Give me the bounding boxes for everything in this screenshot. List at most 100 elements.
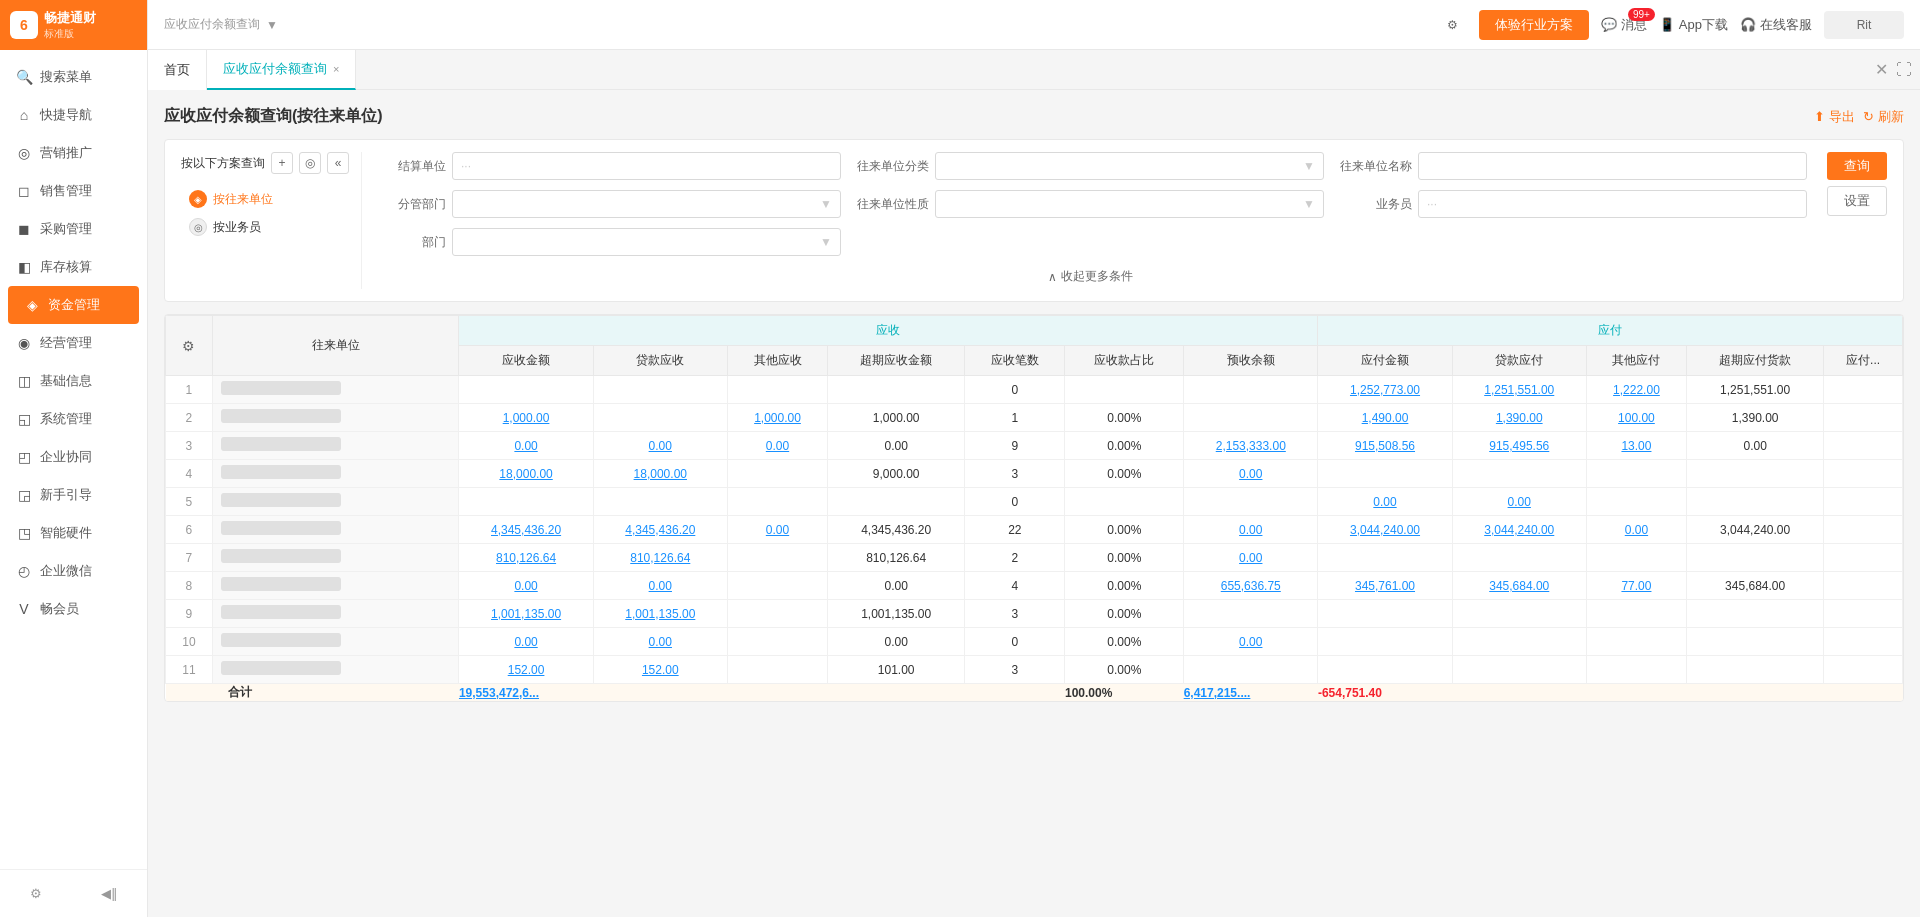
row-ar-amount[interactable]: 18,000.00: [459, 460, 593, 488]
partner-name-input[interactable]: [1418, 152, 1807, 180]
row-ar-other[interactable]: [727, 628, 827, 656]
sidebar-item-system[interactable]: ◱ 系统管理: [0, 400, 147, 438]
row-ar-prepay[interactable]: 0.00: [1184, 544, 1318, 572]
row-ap-amount[interactable]: [1318, 600, 1452, 628]
sidebar-settings-btn[interactable]: ⚙: [22, 882, 50, 905]
row-ar-prepay[interactable]: [1184, 600, 1318, 628]
row-ap-loan[interactable]: 3,044,240.00: [1452, 516, 1586, 544]
row-ap-other[interactable]: [1586, 460, 1686, 488]
sidebar-item-guide[interactable]: ◲ 新手引导: [0, 476, 147, 514]
sidebar-item-sales[interactable]: ◻ 销售管理: [0, 172, 147, 210]
row-ar-other[interactable]: [727, 544, 827, 572]
method-by-staff[interactable]: ◎ 按业务员: [181, 214, 349, 240]
row-ap-amount[interactable]: 1,252,773.00: [1318, 376, 1452, 404]
user-avatar[interactable]: Rit: [1824, 11, 1904, 39]
sidebar-item-member[interactable]: V 畅会员: [0, 590, 147, 628]
row-ap-other[interactable]: 13.00: [1586, 432, 1686, 460]
row-ar-loan[interactable]: [593, 488, 727, 516]
collapse-more-button[interactable]: ∧ 收起更多条件: [1040, 264, 1141, 289]
row-ap-amount[interactable]: 915,508.56: [1318, 432, 1452, 460]
row-ar-amount[interactable]: 0.00: [459, 572, 593, 600]
row-ar-other[interactable]: [727, 376, 827, 404]
row-ar-loan[interactable]: 0.00: [593, 572, 727, 600]
col-settings-header[interactable]: ⚙: [166, 316, 213, 376]
row-ap-loan[interactable]: 1,390.00: [1452, 404, 1586, 432]
row-ap-loan[interactable]: [1452, 656, 1586, 684]
row-ar-other[interactable]: 1,000.00: [727, 404, 827, 432]
row-ap-loan[interactable]: 0.00: [1452, 488, 1586, 516]
partner-category-select[interactable]: ▼: [935, 152, 1324, 180]
row-ap-other[interactable]: [1586, 628, 1686, 656]
row-ar-other[interactable]: 0.00: [727, 432, 827, 460]
salesperson-input[interactable]: ···: [1418, 190, 1807, 218]
online-service-button[interactable]: 🎧 在线客服: [1740, 16, 1812, 34]
row-ar-prepay[interactable]: [1184, 488, 1318, 516]
sidebar-item-inventory[interactable]: ◧ 库存核算: [0, 248, 147, 286]
row-ar-other[interactable]: 0.00: [727, 516, 827, 544]
window-expand-button[interactable]: ⛶: [1896, 61, 1912, 79]
row-ar-loan[interactable]: 1,001,135.00: [593, 600, 727, 628]
sidebar-item-collab[interactable]: ◰ 企业协同: [0, 438, 147, 476]
row-ar-prepay[interactable]: 2,153,333.00: [1184, 432, 1318, 460]
row-ap-loan[interactable]: 1,251,551.00: [1452, 376, 1586, 404]
row-ap-loan[interactable]: [1452, 628, 1586, 656]
row-ar-loan[interactable]: 4,345,436.20: [593, 516, 727, 544]
app-download-button[interactable]: 📱 App下载: [1659, 16, 1728, 34]
tab-home[interactable]: 首页: [148, 50, 207, 90]
row-ap-other[interactable]: [1586, 488, 1686, 516]
row-ap-amount[interactable]: [1318, 544, 1452, 572]
partner-nature-select[interactable]: ▼: [935, 190, 1324, 218]
refresh-button[interactable]: ↻ 刷新: [1863, 108, 1904, 126]
filter-target-button[interactable]: ◎: [299, 152, 321, 174]
row-ap-loan[interactable]: [1452, 460, 1586, 488]
sidebar-item-quick-nav[interactable]: ⌂ 快捷导航: [0, 96, 147, 134]
row-ap-other[interactable]: 1,222.00: [1586, 376, 1686, 404]
row-ar-amount[interactable]: [459, 488, 593, 516]
row-ar-loan[interactable]: 0.00: [593, 432, 727, 460]
row-ar-prepay[interactable]: [1184, 656, 1318, 684]
row-ap-loan[interactable]: 345,684.00: [1452, 572, 1586, 600]
row-ar-loan[interactable]: 810,126.64: [593, 544, 727, 572]
window-close-button[interactable]: ✕: [1875, 60, 1888, 79]
row-ar-amount[interactable]: 810,126.64: [459, 544, 593, 572]
row-ar-prepay[interactable]: 0.00: [1184, 460, 1318, 488]
row-ar-loan[interactable]: 0.00: [593, 628, 727, 656]
row-ar-loan[interactable]: 18,000.00: [593, 460, 727, 488]
row-ap-amount[interactable]: 3,044,240.00: [1318, 516, 1452, 544]
row-ar-amount[interactable]: 1,000.00: [459, 404, 593, 432]
row-ar-amount[interactable]: 152.00: [459, 656, 593, 684]
query-button[interactable]: 查询: [1827, 152, 1887, 180]
row-ar-other[interactable]: [727, 600, 827, 628]
tab-ar-ap-query[interactable]: 应收应付余额查询 ×: [207, 50, 356, 90]
row-ap-other[interactable]: [1586, 544, 1686, 572]
row-ar-prepay[interactable]: [1184, 404, 1318, 432]
sidebar-item-search-menu[interactable]: 🔍 搜索菜单: [0, 58, 147, 96]
header-gear-button[interactable]: ⚙: [1439, 11, 1467, 39]
row-ar-prepay[interactable]: 0.00: [1184, 516, 1318, 544]
row-ar-amount[interactable]: 1,001,135.00: [459, 600, 593, 628]
row-ap-amount[interactable]: [1318, 628, 1452, 656]
breadcrumb-chevron-icon[interactable]: ▼: [266, 18, 278, 32]
dept-manager-select[interactable]: ▼: [452, 190, 841, 218]
row-ar-prepay[interactable]: 0.00: [1184, 628, 1318, 656]
row-ar-other[interactable]: [727, 460, 827, 488]
row-ap-other[interactable]: 100.00: [1586, 404, 1686, 432]
department-select[interactable]: ▼: [452, 228, 841, 256]
sidebar-item-hardware[interactable]: ◳ 智能硬件: [0, 514, 147, 552]
row-ar-loan[interactable]: 152.00: [593, 656, 727, 684]
row-ar-amount[interactable]: 4,345,436.20: [459, 516, 593, 544]
sidebar-item-marketing[interactable]: ◎ 营销推广: [0, 134, 147, 172]
sidebar-item-wechat[interactable]: ◴ 企业微信: [0, 552, 147, 590]
row-ar-amount[interactable]: 0.00: [459, 628, 593, 656]
row-ar-other[interactable]: [727, 656, 827, 684]
solution-button[interactable]: 体验行业方案: [1479, 10, 1589, 40]
row-ar-loan[interactable]: [593, 404, 727, 432]
row-ap-amount[interactable]: 0.00: [1318, 488, 1452, 516]
row-ap-other[interactable]: 0.00: [1586, 516, 1686, 544]
row-ap-loan[interactable]: [1452, 544, 1586, 572]
filter-settings-button[interactable]: 设置: [1827, 186, 1887, 216]
message-button[interactable]: 💬 消息 99+: [1601, 16, 1647, 34]
table-settings-icon[interactable]: ⚙: [182, 338, 195, 354]
sidebar-item-finance[interactable]: ◈ 资金管理: [8, 286, 139, 324]
row-ar-prepay[interactable]: 655,636.75: [1184, 572, 1318, 600]
